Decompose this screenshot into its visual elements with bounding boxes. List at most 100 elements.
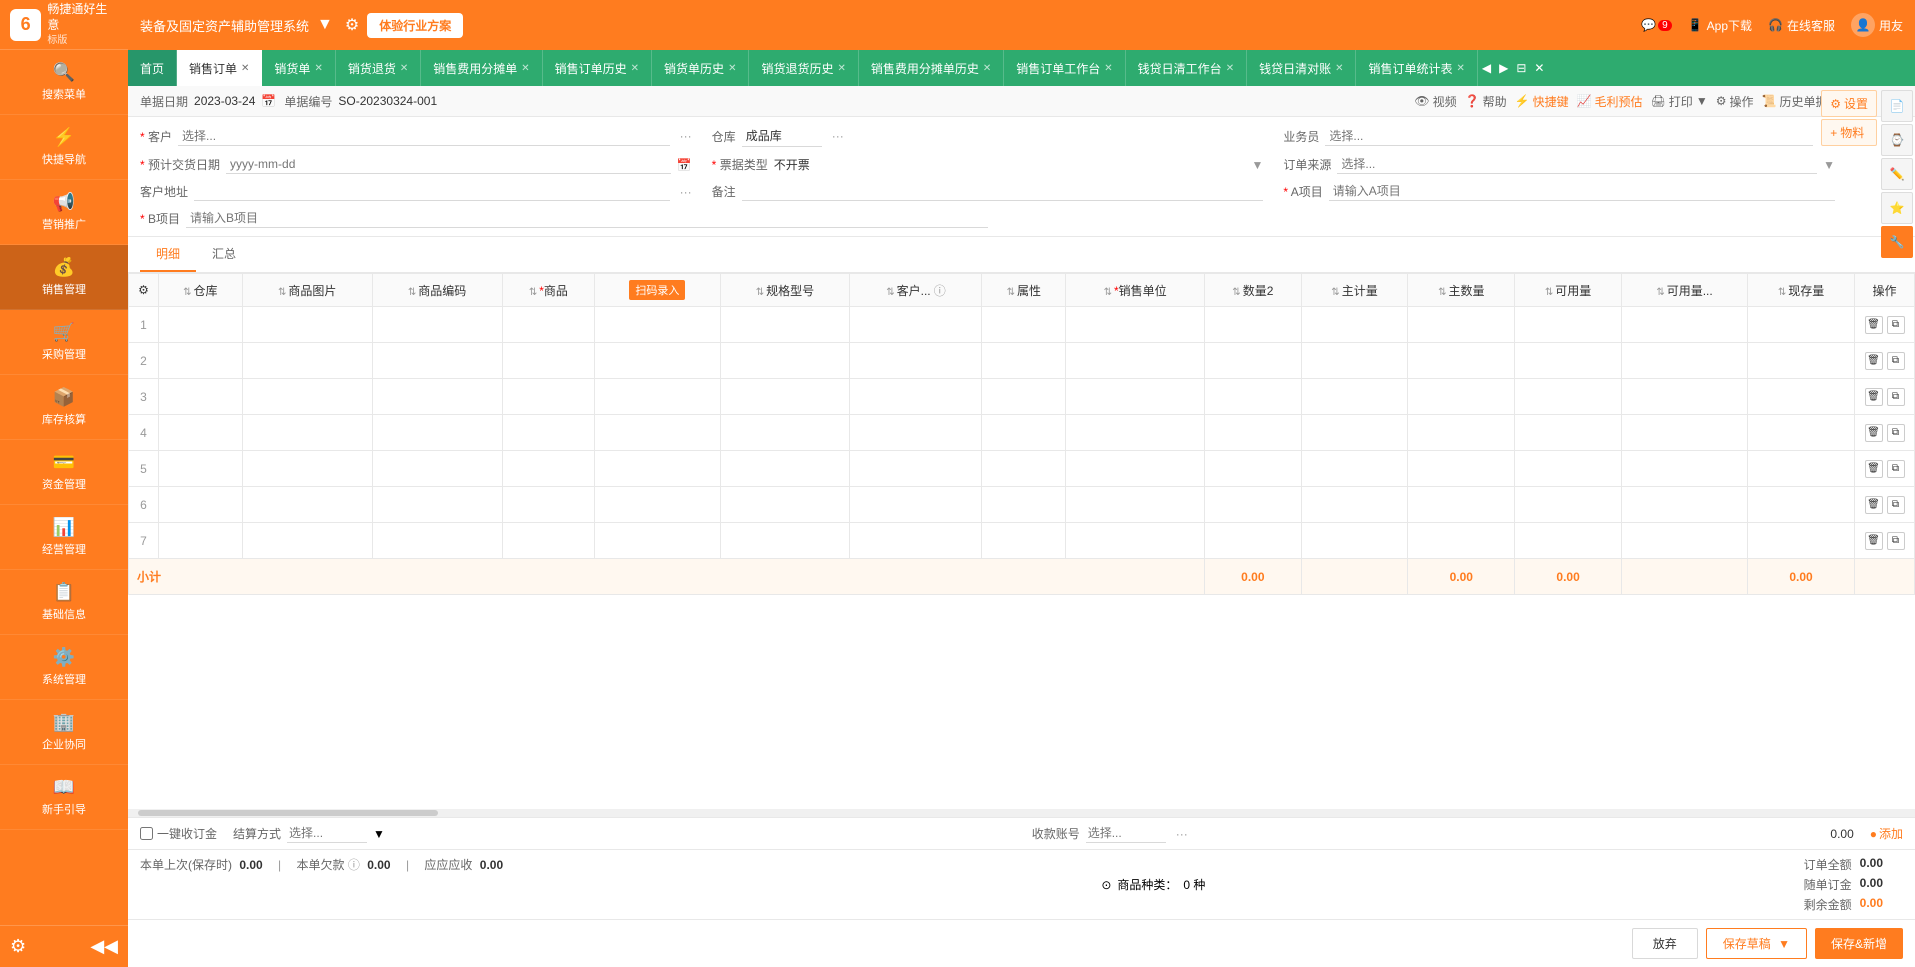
cell-qty2-3[interactable] [1205, 379, 1302, 415]
tab-close-icon[interactable]: ✕ [1104, 63, 1112, 74]
cell-customer-code-2[interactable] [850, 343, 982, 379]
cell-unit-1[interactable] [1066, 307, 1205, 343]
cell-customer-code-3[interactable] [850, 379, 982, 415]
salesperson-input[interactable] [1325, 127, 1813, 146]
cell-spec-7[interactable] [720, 523, 850, 559]
cell-warehouse-7[interactable] [159, 523, 243, 559]
help-action[interactable]: ❓ 帮助 [1465, 93, 1507, 110]
cell-warehouse-4[interactable] [159, 415, 243, 451]
copy-row-5-icon[interactable]: ⧉ [1887, 460, 1905, 478]
date-value[interactable]: 2023-03-24 [194, 94, 255, 108]
rs-tool-button[interactable]: 🔧 [1881, 226, 1913, 258]
warehouse-more-icon[interactable]: ··· [832, 129, 844, 143]
sidebar-item-guide[interactable]: 📖 新手引导 [0, 765, 128, 830]
tab-workbench[interactable]: 销售订单工作台 ✕ [1004, 50, 1125, 86]
cell-code-2[interactable] [372, 343, 502, 379]
tab-daily-clearing[interactable]: 钱贷日清工作台 ✕ [1126, 50, 1247, 86]
tab-close-all[interactable]: ✕ [1530, 61, 1548, 75]
address-input[interactable] [194, 182, 670, 201]
delete-row-6-icon[interactable]: 🗑 [1865, 496, 1883, 514]
cell-spec-1[interactable] [720, 307, 850, 343]
add-button[interactable]: ● 添加 [1870, 825, 1903, 842]
cell-product-4[interactable] [502, 415, 595, 451]
cell-code-3[interactable] [372, 379, 502, 415]
profit-action[interactable]: 📈 毛利预估 [1577, 93, 1643, 110]
sidebar-item-purchase[interactable]: 🛒 采购管理 [0, 310, 128, 375]
copy-row-3-icon[interactable]: ⧉ [1887, 388, 1905, 406]
save-draft-dropdown-icon[interactable]: ▼ [1778, 937, 1790, 951]
rs-document-button[interactable]: 📄 [1881, 90, 1913, 122]
cell-customer-code-6[interactable] [850, 487, 982, 523]
cell-warehouse-2[interactable] [159, 343, 243, 379]
cell-customer-code-1[interactable] [850, 307, 982, 343]
invoice-dropdown-icon[interactable]: ▼ [1251, 158, 1263, 172]
cell-main-qty-7[interactable] [1408, 523, 1515, 559]
cell-product-5[interactable] [502, 451, 595, 487]
tab-close-icon[interactable]: ✕ [400, 63, 408, 74]
cell-qty2-5[interactable] [1205, 451, 1302, 487]
settle-method-input[interactable] [287, 824, 367, 843]
print-action[interactable]: 🖨 打印 ▼ [1651, 93, 1708, 110]
delete-row-2-icon[interactable]: 🗑 [1865, 352, 1883, 370]
cell-product-1[interactable] [502, 307, 595, 343]
online-service-button[interactable]: 🎧 在线客服 [1768, 17, 1835, 34]
order-source-dropdown-icon[interactable]: ▼ [1823, 158, 1835, 172]
system-dropdown-icon[interactable]: ▼ [317, 16, 333, 34]
cell-product-6[interactable] [502, 487, 595, 523]
tab-expense[interactable]: 销售费用分摊单 ✕ [421, 50, 542, 86]
tab-close-icon[interactable]: ✕ [1457, 63, 1465, 74]
cell-unit-4[interactable] [1066, 415, 1205, 451]
settings-gear-icon[interactable]: ⚙ [345, 15, 359, 35]
settle-dropdown-icon[interactable]: ▼ [373, 827, 385, 841]
memo-input[interactable] [742, 182, 1264, 201]
tab-detail[interactable]: 明细 [140, 237, 196, 272]
account-more-icon[interactable]: ··· [1176, 827, 1188, 841]
cell-main-qty-3[interactable] [1408, 379, 1515, 415]
customer-input[interactable] [178, 127, 670, 146]
tab-summary[interactable]: 汇总 [196, 237, 252, 272]
tab-expense-history[interactable]: 销售费用分摊单历史 ✕ [859, 50, 1004, 86]
copy-row-1-icon[interactable]: ⧉ [1887, 316, 1905, 334]
tab-slip-history[interactable]: 销货单历史 ✕ [652, 50, 749, 86]
cell-code-6[interactable] [372, 487, 502, 523]
user-avatar[interactable]: 👤 用友 [1851, 13, 1903, 37]
sidebar-item-enterprise[interactable]: 🏢 企业协同 [0, 700, 128, 765]
notification-button[interactable]: 💬 9 [1641, 18, 1672, 32]
cell-unit-6[interactable] [1066, 487, 1205, 523]
save-new-button[interactable]: 保存&新增 [1815, 928, 1903, 959]
settings-icon[interactable]: ⚙ [10, 936, 26, 957]
cell-attribute-5[interactable] [982, 451, 1066, 487]
cell-unit-7[interactable] [1066, 523, 1205, 559]
view-action[interactable]: 👁 视频 [1414, 93, 1456, 110]
a-project-input[interactable] [1329, 182, 1835, 201]
cell-spec-3[interactable] [720, 379, 850, 415]
cell-warehouse-1[interactable] [159, 307, 243, 343]
cell-customer-code-7[interactable] [850, 523, 982, 559]
tab-order-history[interactable]: 销售订单历史 ✕ [543, 50, 652, 86]
th-settings[interactable]: ⚙ [129, 274, 159, 307]
setup-button[interactable]: ⚙ 设置 [1821, 90, 1877, 117]
cell-spec-2[interactable] [720, 343, 850, 379]
tab-close-icon[interactable]: ✕ [314, 63, 322, 74]
tab-nav-left[interactable]: ◀ [1478, 61, 1495, 75]
save-draft-button[interactable]: 保存草稿 ▼ [1706, 928, 1807, 959]
cell-customer-code-4[interactable] [850, 415, 982, 451]
tab-close-icon[interactable]: ✕ [631, 63, 639, 74]
cell-attribute-4[interactable] [982, 415, 1066, 451]
sidebar-item-operations[interactable]: 📊 经营管理 [0, 505, 128, 570]
cell-spec-4[interactable] [720, 415, 850, 451]
delete-row-7-icon[interactable]: 🗑 [1865, 532, 1883, 550]
quick-settle-checkbox[interactable] [140, 827, 153, 840]
account-input[interactable] [1086, 824, 1166, 843]
cell-qty2-1[interactable] [1205, 307, 1302, 343]
tab-reconcile[interactable]: 钱贷日清对账 ✕ [1247, 50, 1356, 86]
tab-close-icon[interactable]: ✕ [1226, 63, 1234, 74]
tab-close-icon[interactable]: ✕ [1335, 63, 1343, 74]
cell-unit-3[interactable] [1066, 379, 1205, 415]
b-project-input[interactable] [186, 209, 987, 228]
cell-spec-6[interactable] [720, 487, 850, 523]
cell-unit-5[interactable] [1066, 451, 1205, 487]
cell-code-7[interactable] [372, 523, 502, 559]
sidebar-item-finance[interactable]: 💳 资金管理 [0, 440, 128, 505]
cell-qty2-4[interactable] [1205, 415, 1302, 451]
